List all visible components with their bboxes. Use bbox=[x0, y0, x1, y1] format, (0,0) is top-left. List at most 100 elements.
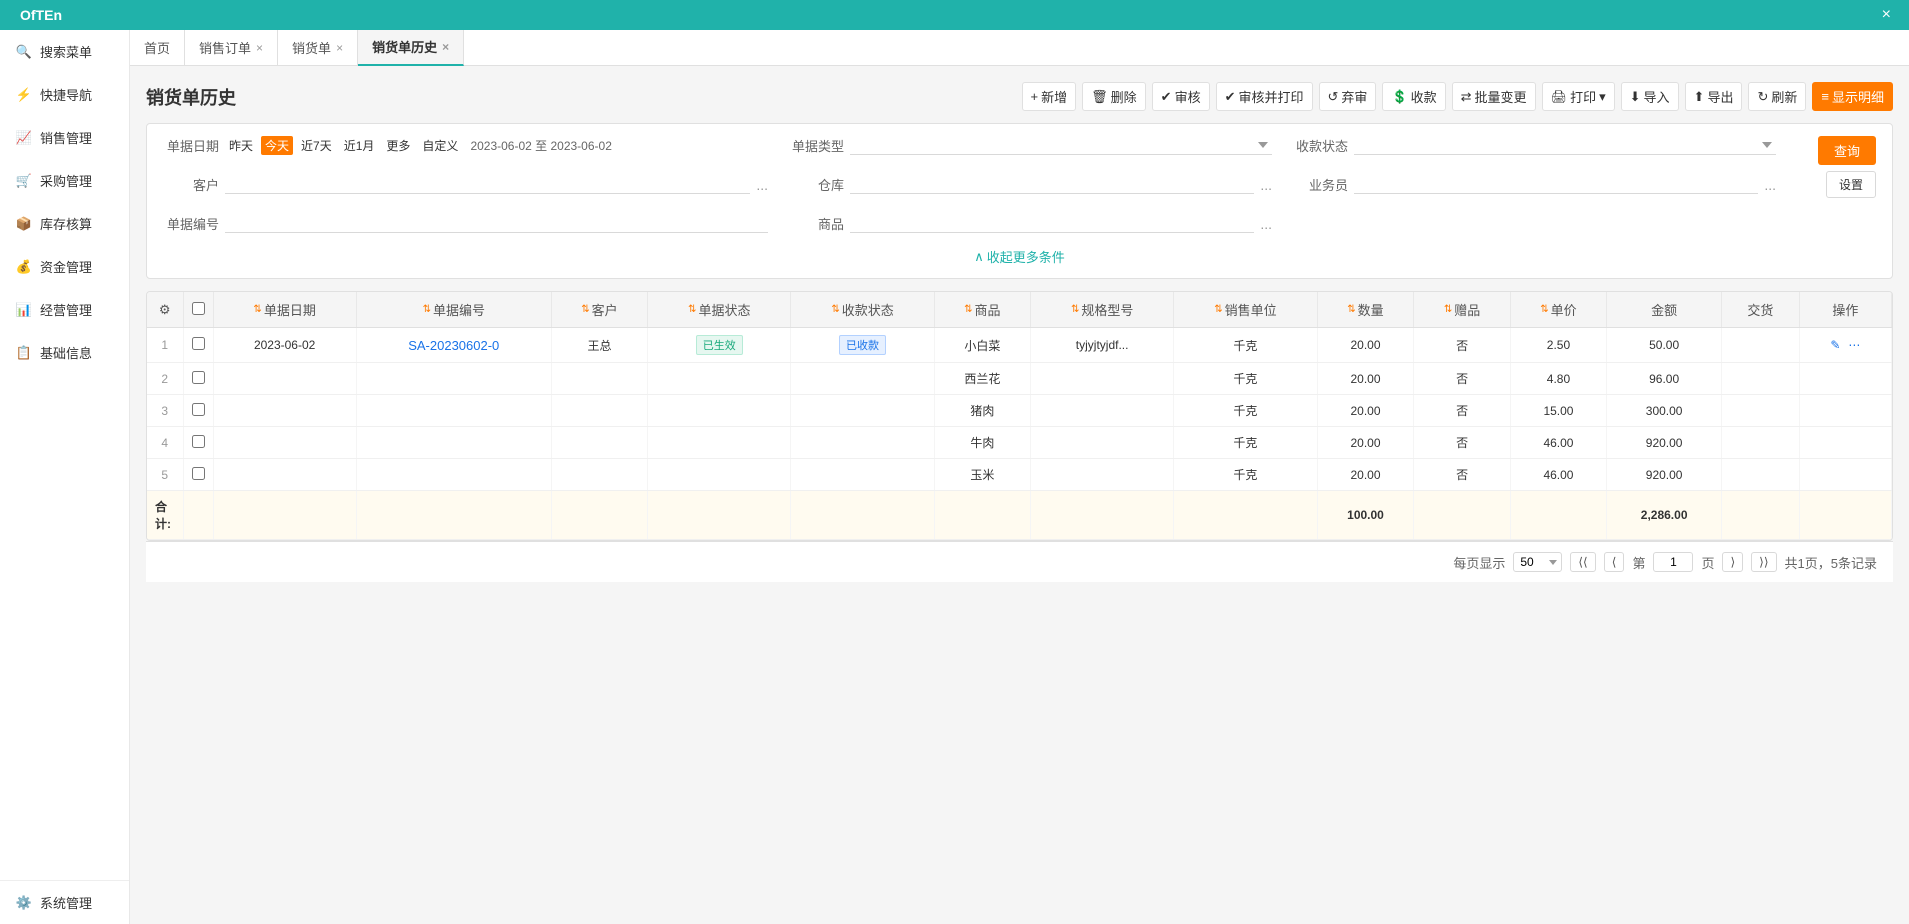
row-checkbox[interactable] bbox=[192, 467, 205, 480]
filter-payment-status-select[interactable] bbox=[1354, 136, 1776, 155]
tab-sales-history[interactable]: 销货单历史 × bbox=[358, 30, 464, 66]
summary-empty-cell bbox=[213, 491, 356, 540]
sidebar-item-system-mgmt[interactable]: 系统管理 bbox=[0, 881, 129, 924]
col-payment-status[interactable]: ⇅ 收款状态 bbox=[791, 292, 934, 328]
collect-button[interactable]: 💲 收款 bbox=[1382, 82, 1445, 111]
filter-salesperson-input[interactable] bbox=[1354, 175, 1758, 194]
delete-button[interactable]: 🗑 删除 bbox=[1082, 82, 1146, 111]
col-checkbox bbox=[183, 292, 213, 328]
first-page-btn[interactable]: ⟨⟨ bbox=[1570, 552, 1595, 572]
filter-row-3: 单据编号 商品 ... bbox=[163, 214, 1776, 233]
batch-change-button[interactable]: ⇄ 批量变更 bbox=[1452, 82, 1536, 111]
summary-empty-cell bbox=[551, 491, 647, 540]
date-btn-yesterday[interactable]: 昨天 bbox=[225, 136, 257, 155]
tab-sales-goods-close[interactable]: × bbox=[336, 41, 343, 55]
row-checkbox[interactable] bbox=[192, 403, 205, 416]
per-page-select[interactable]: 50 20 100 bbox=[1513, 552, 1562, 572]
col-settings[interactable]: ⚙ bbox=[147, 292, 183, 328]
collapse-row: ∧ 收起更多条件 bbox=[163, 247, 1876, 266]
cell-gift: 否 bbox=[1414, 427, 1510, 459]
action-btn-编辑[interactable]: ✎ bbox=[1830, 338, 1840, 352]
col-doc-status[interactable]: ⇅ 单据状态 bbox=[648, 292, 791, 328]
col-doc-no[interactable]: ⇅ 单据编号 bbox=[356, 292, 551, 328]
filter-payment-status-label: 收款状态 bbox=[1292, 136, 1348, 155]
sort-icon-spec: ⇅ bbox=[1071, 304, 1079, 315]
row-checkbox[interactable] bbox=[192, 371, 205, 384]
cell-doc-status bbox=[648, 363, 791, 395]
salesperson-picker-btn[interactable]: ... bbox=[1764, 177, 1776, 193]
sidebar-item-sales-mgmt[interactable]: 销售管理 bbox=[0, 116, 129, 159]
tab-sales-history-close[interactable]: × bbox=[442, 40, 449, 54]
date-btn-1month[interactable]: 近1月 bbox=[340, 136, 379, 155]
batch-change-icon: ⇄ bbox=[1461, 89, 1472, 105]
audit-print-icon: ✔ bbox=[1225, 89, 1236, 105]
cell-transaction bbox=[1722, 427, 1800, 459]
cell-unit-price: 2.50 bbox=[1510, 328, 1606, 363]
filter-group-customer: 客户 ... bbox=[163, 175, 768, 194]
row-checkbox[interactable] bbox=[192, 435, 205, 448]
refresh-button[interactable]: ↻ 刷新 bbox=[1748, 82, 1806, 111]
doc-no-link[interactable]: SA-20230602-0 bbox=[408, 338, 499, 353]
next-page-btn[interactable]: ⟩ bbox=[1722, 552, 1743, 572]
cell-gift: 否 bbox=[1414, 363, 1510, 395]
row-checkbox[interactable] bbox=[192, 337, 205, 350]
show-detail-button[interactable]: ≡ 显示明细 bbox=[1812, 82, 1893, 111]
col-doc-date[interactable]: ⇅ 单据日期 bbox=[213, 292, 356, 328]
page-input[interactable] bbox=[1653, 552, 1693, 572]
new-button[interactable]: + 新增 bbox=[1022, 82, 1077, 111]
col-quantity[interactable]: ⇅ 数量 bbox=[1317, 292, 1414, 328]
abandon-button[interactable]: ↺ 弃审 bbox=[1319, 82, 1377, 111]
export-button[interactable]: ⬆ 导出 bbox=[1685, 82, 1743, 111]
last-page-btn[interactable]: ⟩⟩ bbox=[1751, 552, 1776, 572]
audit-print-button[interactable]: ✔ 审核并打印 bbox=[1216, 82, 1313, 111]
col-gift[interactable]: ⇅ 赠品 bbox=[1414, 292, 1510, 328]
query-button[interactable]: 查询 bbox=[1818, 136, 1876, 165]
import-button[interactable]: ⬇ 导入 bbox=[1621, 82, 1679, 111]
select-all-checkbox[interactable] bbox=[192, 302, 205, 315]
filter-goods-input[interactable] bbox=[850, 214, 1254, 233]
cell-transaction bbox=[1722, 459, 1800, 491]
cell-transaction bbox=[1722, 328, 1800, 363]
cell-quantity: 20.00 bbox=[1317, 427, 1414, 459]
date-btn-7days[interactable]: 近7天 bbox=[297, 136, 336, 155]
sidebar-item-operation-mgmt[interactable]: 经营管理 bbox=[0, 288, 129, 331]
cell-actions: ✎⋯ bbox=[1799, 328, 1891, 363]
topbar-close[interactable]: × bbox=[1874, 6, 1899, 24]
col-customer[interactable]: ⇅ 客户 bbox=[551, 292, 647, 328]
sidebar-item-base-info[interactable]: 基础信息 bbox=[0, 331, 129, 374]
cell-doc-no bbox=[356, 363, 551, 395]
action-btn-更多[interactable]: ⋯ bbox=[1848, 338, 1860, 352]
col-goods[interactable]: ⇅ 商品 bbox=[934, 292, 1030, 328]
date-btn-more[interactable]: 更多 bbox=[382, 136, 414, 155]
tab-sales-order-close[interactable]: × bbox=[256, 41, 263, 55]
col-unit-price[interactable]: ⇅ 单价 bbox=[1510, 292, 1606, 328]
filter-warehouse-input[interactable] bbox=[850, 175, 1254, 194]
setup-button[interactable]: 设置 bbox=[1826, 171, 1876, 198]
summary-label: 合计: bbox=[147, 491, 183, 540]
sidebar-item-search-menu[interactable]: 搜索菜单 bbox=[0, 30, 129, 73]
tab-sales-goods[interactable]: 销货单 × bbox=[278, 30, 358, 66]
print-button[interactable]: 🖨 打印 ▾ bbox=[1542, 82, 1615, 111]
tab-sales-order[interactable]: 销售订单 × bbox=[185, 30, 278, 66]
filter-doc-no-input[interactable] bbox=[225, 214, 768, 233]
sidebar-item-inventory-calc[interactable]: 库存核算 bbox=[0, 202, 129, 245]
sidebar-item-finance-mgmt[interactable]: 资金管理 bbox=[0, 245, 129, 288]
warehouse-picker-btn[interactable]: ... bbox=[1260, 177, 1272, 193]
sidebar-item-purchase-mgmt[interactable]: 采购管理 bbox=[0, 159, 129, 202]
col-unit[interactable]: ⇅ 销售单位 bbox=[1174, 292, 1317, 328]
collapse-button[interactable]: ∧ 收起更多条件 bbox=[974, 247, 1065, 266]
tab-home[interactable]: 首页 bbox=[130, 30, 185, 66]
sort-icon-gift: ⇅ bbox=[1444, 304, 1452, 315]
date-btn-today[interactable]: 今天 bbox=[261, 136, 293, 155]
filter-customer-input[interactable] bbox=[225, 175, 750, 194]
sidebar-item-shortcut-nav[interactable]: 快捷导航 bbox=[0, 73, 129, 116]
per-page-label: 每页显示 bbox=[1453, 553, 1505, 572]
prev-page-btn[interactable]: ⟨ bbox=[1604, 552, 1625, 572]
goods-picker-btn[interactable]: ... bbox=[1260, 216, 1272, 232]
cell-spec bbox=[1031, 427, 1174, 459]
customer-picker-btn[interactable]: ... bbox=[756, 177, 768, 193]
col-spec[interactable]: ⇅ 规格型号 bbox=[1031, 292, 1174, 328]
date-btn-custom[interactable]: 自定义 bbox=[418, 136, 462, 155]
filter-doc-type-select[interactable] bbox=[850, 136, 1272, 155]
audit-button[interactable]: ✔ 审核 bbox=[1152, 82, 1210, 111]
